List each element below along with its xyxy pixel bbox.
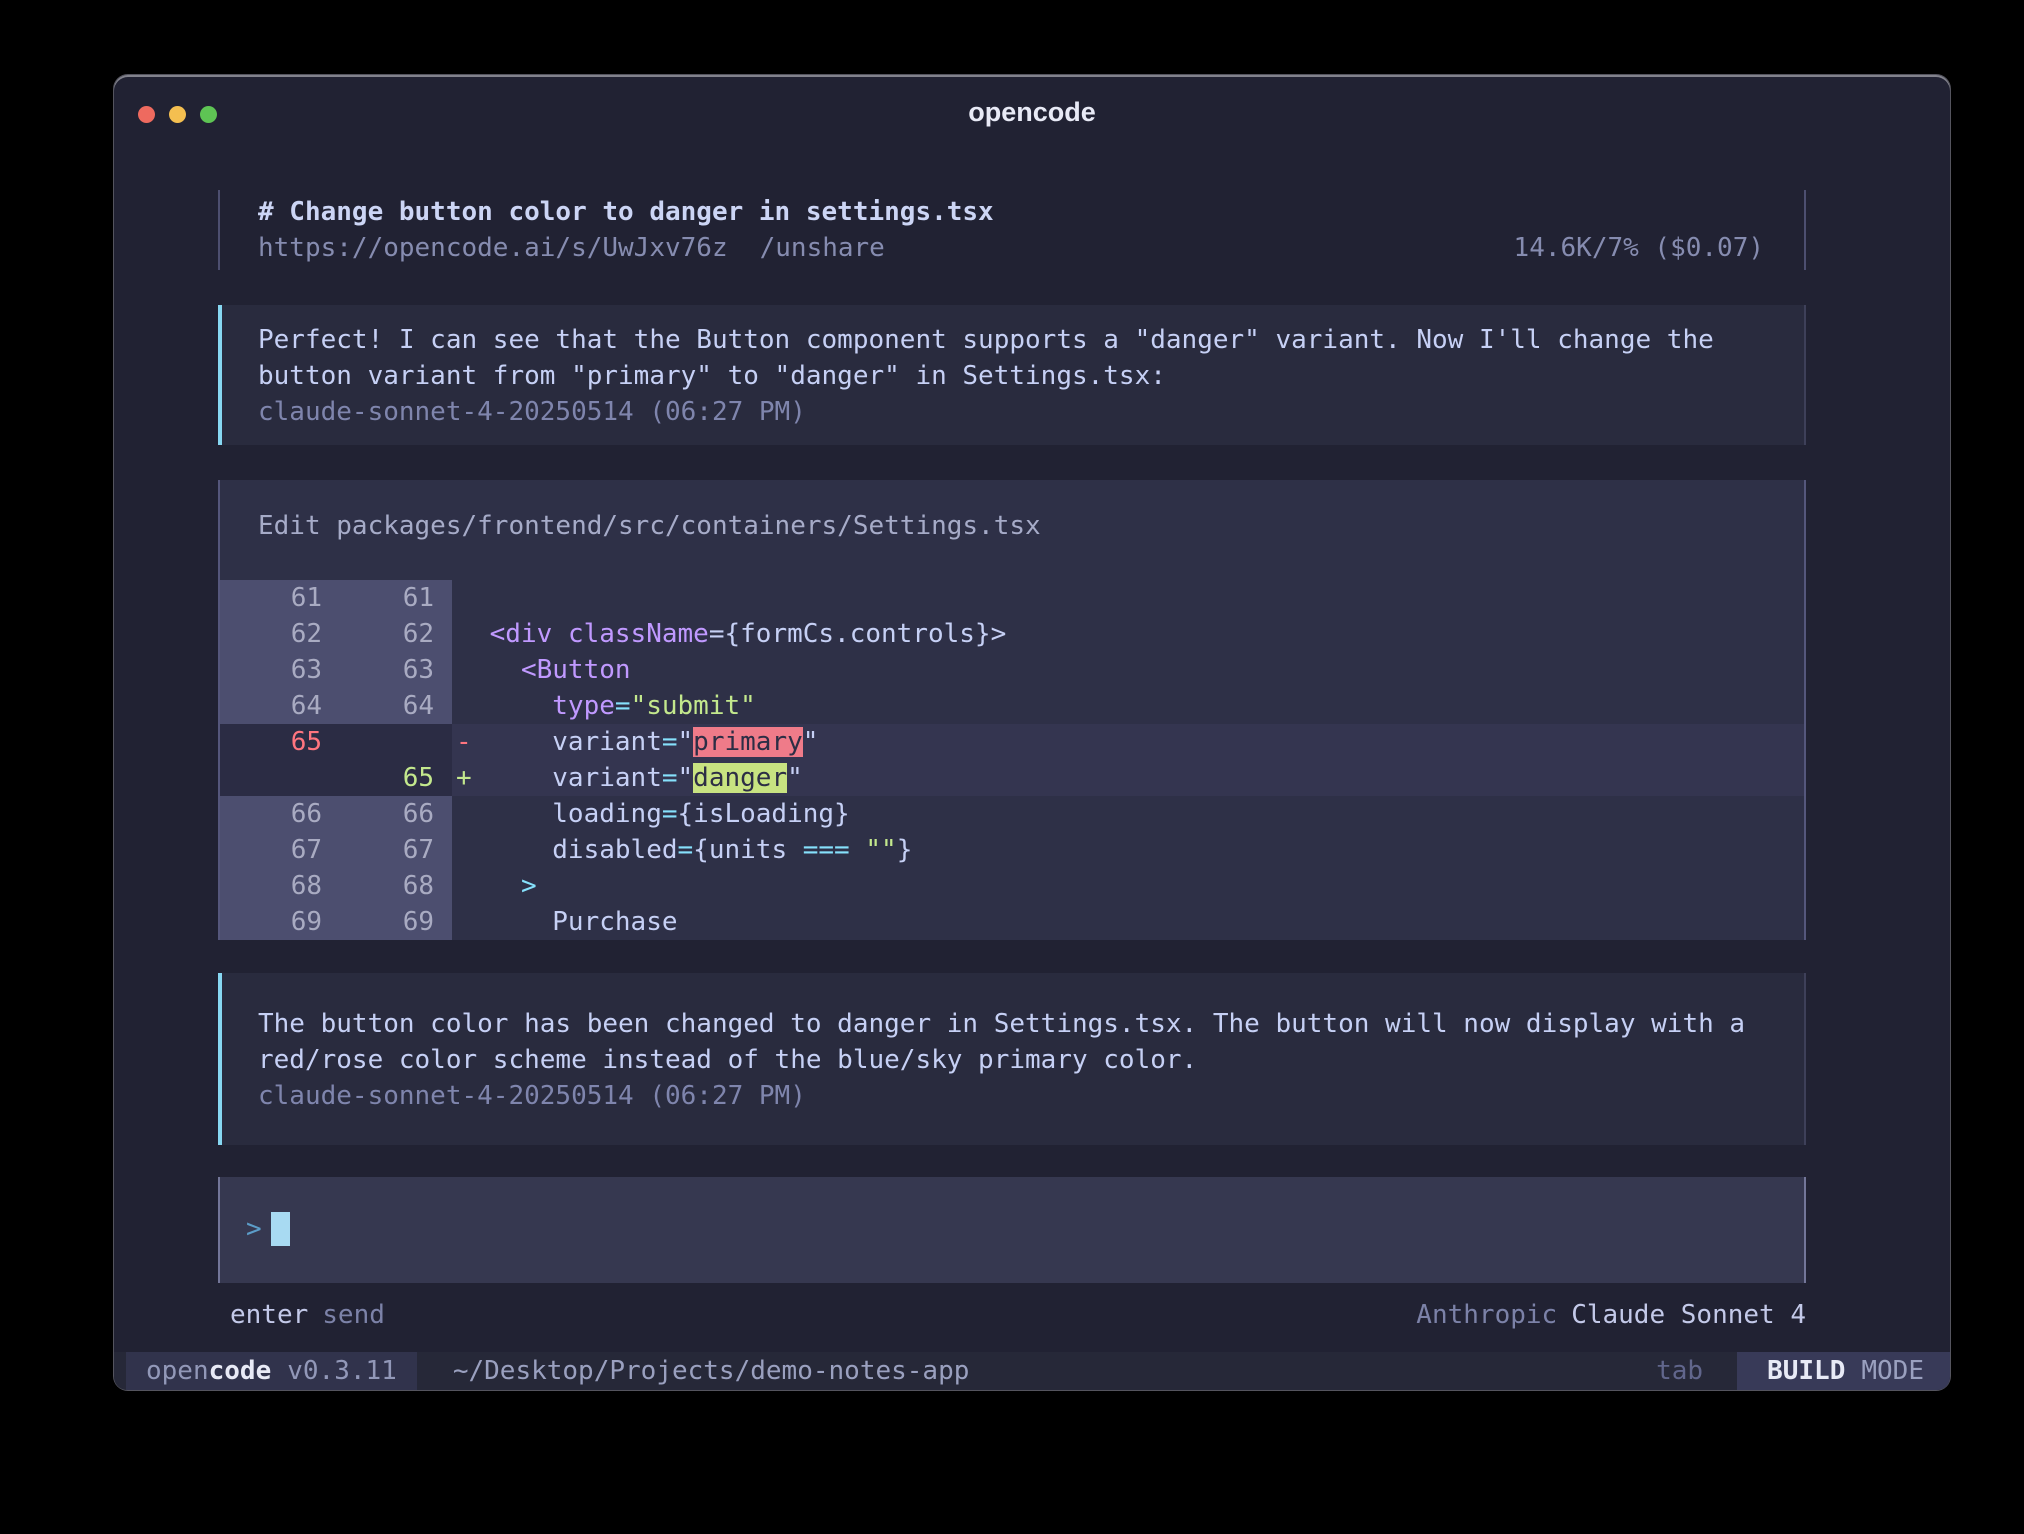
model-info: Anthropic Claude Sonnet 4 [1416,1297,1806,1333]
working-directory: ~/Desktop/Projects/demo-notes-app [453,1352,970,1390]
close-button[interactable] [138,106,155,123]
opencode-window: opencode # Change button color to danger… [114,75,1950,1390]
diff-row: 65- variant="primary" [220,724,1804,760]
send-action-hint: send [322,1297,385,1333]
edit-tool-title: Edit packages/frontend/src/containers/Se… [220,508,1804,544]
message-meta: claude-sonnet-4-20250514 (06:27 PM) [258,1078,1764,1114]
diff-row: 6666 loading={isLoading} [220,796,1804,832]
share-url[interactable]: https://opencode.ai/s/UwJxv76z [258,230,728,266]
app-name-open: open [146,1353,209,1389]
model-name: Claude Sonnet 4 [1571,1297,1806,1333]
diff-row: 6464 type="submit" [220,688,1804,724]
assistant-message: Perfect! I can see that the Button compo… [218,305,1806,445]
diff-row: 6868 > [220,868,1804,904]
diff-row: 6262 <div className={formCs.controls}> [220,616,1804,652]
app-name-code: code [209,1353,272,1389]
message-meta: claude-sonnet-4-20250514 (06:27 PM) [258,394,1764,430]
context-stats: 14.6K/7% ($0.07) [1514,230,1764,266]
enter-key-hint: enter [230,1297,308,1333]
window-titlebar: opencode [114,75,1950,149]
diff-row: 6161 [220,580,1804,616]
prompt-input[interactable]: > [218,1177,1806,1283]
input-hints: enter send Anthropic Claude Sonnet 4 [218,1297,1806,1333]
traffic-lights [138,106,217,123]
diff-table: 61616262 <div className={formCs.controls… [220,580,1804,940]
assistant-message: The button color has been changed to dan… [218,973,1806,1145]
provider-name: Anthropic [1416,1297,1557,1333]
mode-badge: BUILD MODE [1737,1352,1950,1390]
text-cursor [271,1212,290,1246]
window-title: opencode [114,75,1950,149]
message-text: Perfect! I can see that the Button compo… [258,322,1764,394]
status-bar: opencode v0.3.11 ~/Desktop/Projects/demo… [114,1352,1950,1390]
diff-row: 6767 disabled={units === ""} [220,832,1804,868]
minimize-button[interactable] [169,106,186,123]
message-text: The button color has been changed to dan… [258,1006,1764,1078]
mode-secondary: MODE [1861,1353,1924,1389]
app-version: v0.3.11 [287,1353,397,1389]
unshare-command: /unshare [760,230,885,266]
app-version-badge: opencode v0.3.11 [126,1352,417,1390]
tab-key-hint: tab [1656,1352,1703,1390]
diff-row: 6363 <Button [220,652,1804,688]
mode-primary: BUILD [1767,1353,1845,1389]
prompt-symbol: > [246,1211,262,1247]
diff-row: 6969 Purchase [220,904,1804,940]
session-title: # Change button color to danger in setti… [258,194,1804,230]
diff-row: 65+ variant="danger" [220,760,1804,796]
session-header: # Change button color to danger in setti… [218,190,1806,270]
edit-tool-call: Edit packages/frontend/src/containers/Se… [218,480,1806,940]
zoom-button[interactable] [200,106,217,123]
